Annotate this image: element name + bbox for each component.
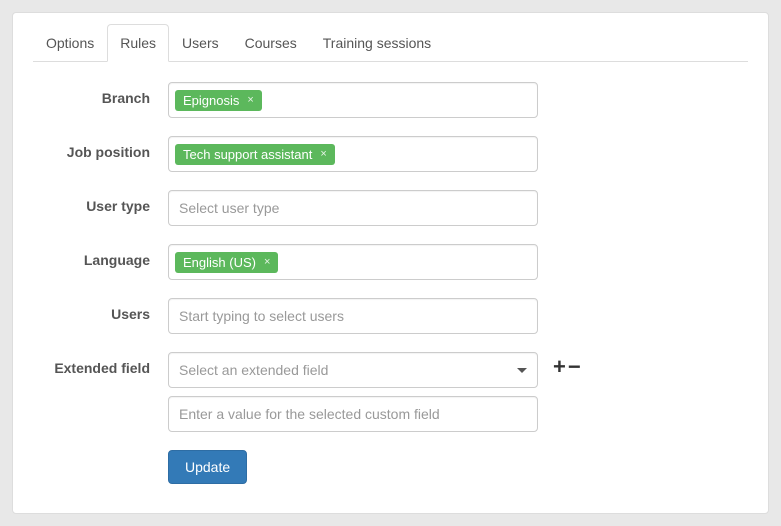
branch-label: Branch <box>33 82 168 106</box>
extended-field-label: Extended field <box>33 352 168 376</box>
user-type-placeholder: Select user type <box>175 200 279 216</box>
users-input[interactable]: Start typing to select users <box>168 298 538 334</box>
tab-courses[interactable]: Courses <box>232 24 310 62</box>
tab-options[interactable]: Options <box>33 24 107 62</box>
chevron-down-icon <box>517 368 527 373</box>
extended-field-select[interactable]: Select an extended field <box>168 352 538 388</box>
plus-icon[interactable]: + <box>552 356 567 378</box>
branch-input[interactable]: Epignosis × <box>168 82 538 118</box>
extended-field-select-placeholder: Select an extended field <box>179 362 328 378</box>
branch-tag-remove-icon[interactable]: × <box>247 94 253 106</box>
job-position-tag: Tech support assistant × <box>175 144 335 165</box>
user-type-input[interactable]: Select user type <box>168 190 538 226</box>
tab-users[interactable]: Users <box>169 24 232 62</box>
language-label: Language <box>33 244 168 268</box>
language-tag: English (US) × <box>175 252 278 273</box>
users-label: Users <box>33 298 168 322</box>
job-position-tag-label: Tech support assistant <box>183 147 312 162</box>
language-tag-label: English (US) <box>183 255 256 270</box>
rules-panel: Options Rules Users Courses Training ses… <box>12 12 769 514</box>
users-placeholder: Start typing to select users <box>175 308 344 324</box>
user-type-label: User type <box>33 190 168 214</box>
job-position-input[interactable]: Tech support assistant × <box>168 136 538 172</box>
tab-training-sessions[interactable]: Training sessions <box>310 24 444 62</box>
job-position-label: Job position <box>33 136 168 160</box>
tabs-nav: Options Rules Users Courses Training ses… <box>33 23 748 62</box>
update-button[interactable]: Update <box>168 450 247 484</box>
tab-rules[interactable]: Rules <box>107 24 169 62</box>
branch-tag-label: Epignosis <box>183 93 239 108</box>
language-tag-remove-icon[interactable]: × <box>264 256 270 268</box>
branch-tag: Epignosis × <box>175 90 262 111</box>
minus-icon[interactable]: − <box>567 356 582 378</box>
extended-field-value-input[interactable] <box>168 396 538 432</box>
job-position-tag-remove-icon[interactable]: × <box>320 148 326 160</box>
language-input[interactable]: English (US) × <box>168 244 538 280</box>
